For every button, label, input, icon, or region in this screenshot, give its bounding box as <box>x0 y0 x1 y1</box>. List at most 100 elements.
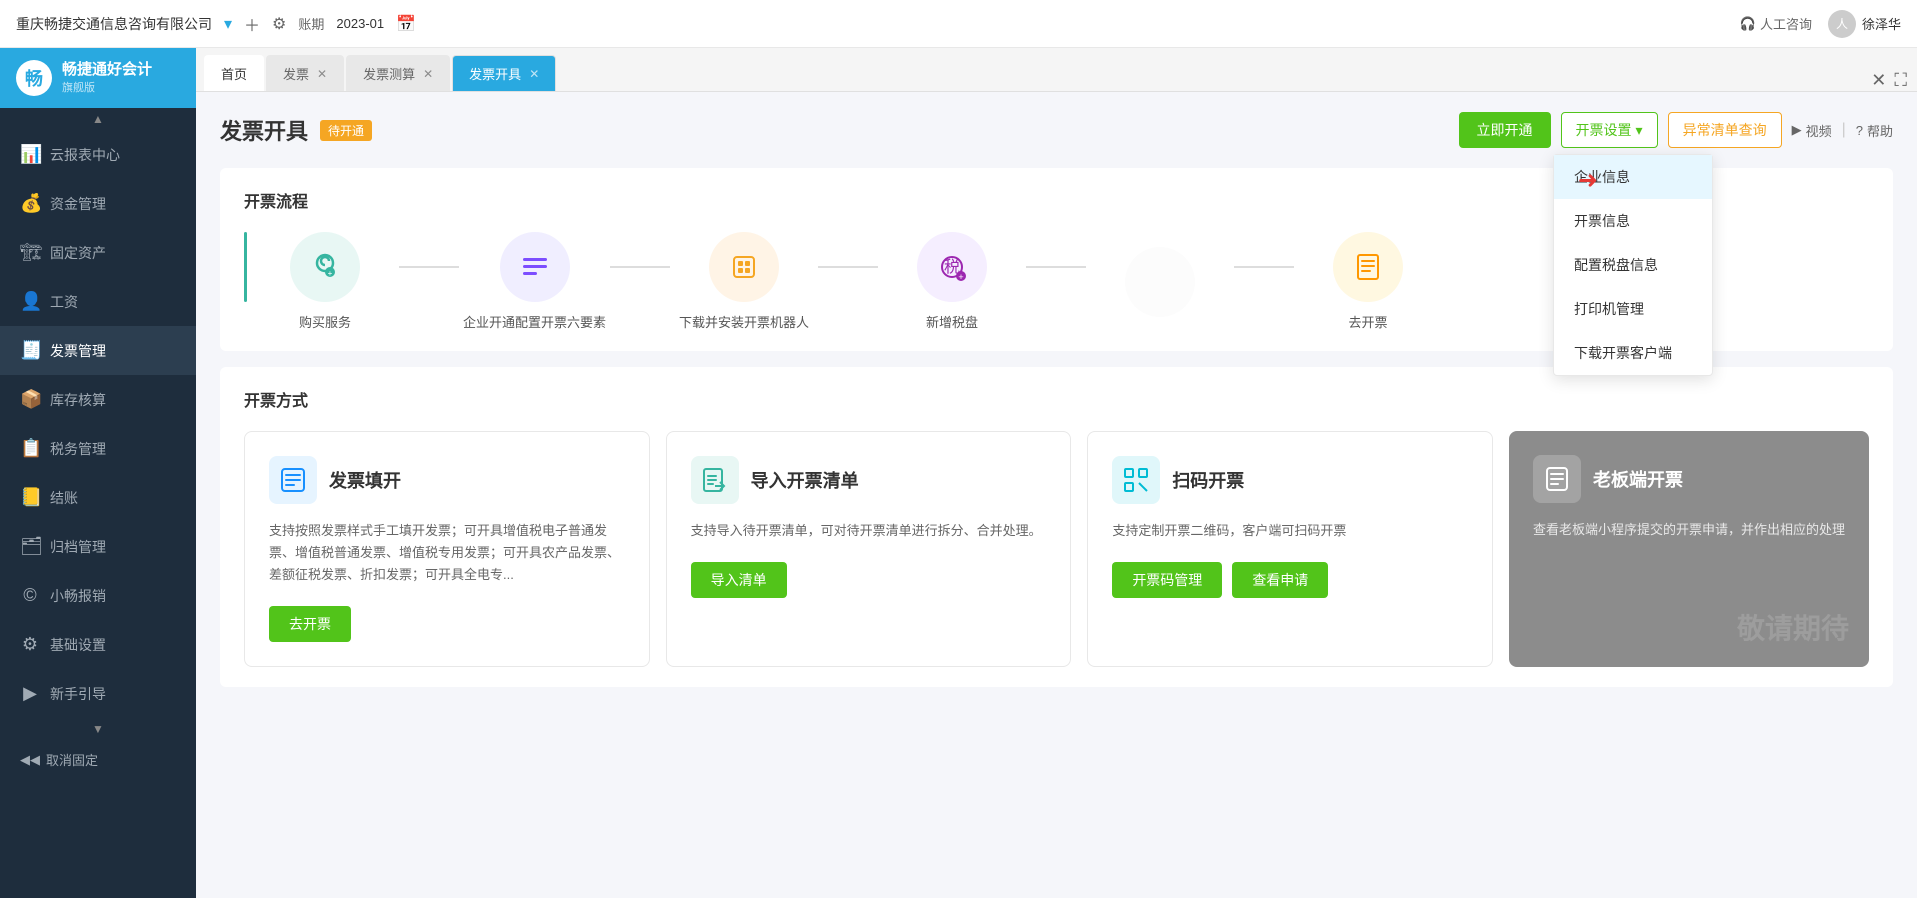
sidebar-item-fapiao[interactable]: 🧾 发票管理 <box>0 326 196 375</box>
sidebar-item-label: 归档管理 <box>50 537 106 557</box>
config-icon: ⚙ <box>20 634 40 655</box>
flow-step-label-0: 购买服务 <box>299 312 351 331</box>
money-icon: 💰 <box>20 193 40 214</box>
sidebar-item-label: 固定资产 <box>50 243 106 263</box>
dropdown-item-printer[interactable]: 打印机管理 <box>1554 287 1712 331</box>
cancel-pin-button[interactable]: ◀◀ 取消固定 <box>0 740 196 779</box>
sidebar: 畅 畅捷通好会计 旗舰版 ▲ 📊 云报表中心 💰 资金管理 🏗 固定资产 👤 工… <box>0 48 196 898</box>
flow-step-placeholder <box>1090 247 1230 317</box>
invoice-icon: 🧾 <box>20 340 40 361</box>
add-icon[interactable]: ＋ <box>244 12 260 36</box>
method-cards: 发票填开 支持按照发票样式手工填开发票；可开具增值税电子普通发票、增值税普通发票… <box>244 431 1869 667</box>
sidebar-item-label: 新手引导 <box>50 684 106 704</box>
top-bar: 重庆畅捷交通信息咨询有限公司 ▾ ＋ ⚙ 账期 2023-01 📅 🎧 人工咨询… <box>0 0 1917 48</box>
play-icon: ▶ <box>1792 122 1802 138</box>
tab-home[interactable]: 首页 <box>204 55 264 91</box>
user-menu[interactable]: 人 徐泽华 <box>1828 10 1901 38</box>
scan-view-apply-button[interactable]: 查看申请 <box>1232 562 1328 598</box>
tab-invoice[interactable]: 发票 ✕ <box>266 55 344 91</box>
sidebar-logo: 畅 畅捷通好会计 旗舰版 <box>0 48 196 108</box>
method-card-boss: 老板端开票 查看老板端小程序提交的开票申请，并作出相应的处理 敬请期待 <box>1509 431 1869 667</box>
method-import-desc: 支持导入待开票清单，可对待开票清单进行拆分、合并处理。 <box>691 520 1047 542</box>
tab-invoice-close[interactable]: ✕ <box>317 67 327 81</box>
company-name[interactable]: 重庆畅捷交通信息咨询有限公司 <box>16 14 212 34</box>
flow-step-0[interactable]: + 购买服务 <box>255 232 395 331</box>
method-boss-desc: 查看老板端小程序提交的开票申请，并作出相应的处理 <box>1533 519 1845 541</box>
svg-text:+: + <box>958 272 963 282</box>
step-icon-3: 税+ <box>917 232 987 302</box>
sidebar-item-label: 税务管理 <box>50 439 106 459</box>
fill-invoice-button[interactable]: 去开票 <box>269 606 351 642</box>
tab-invoice-issue[interactable]: 发票开具 ✕ <box>452 55 556 91</box>
step-icon-4 <box>1333 232 1403 302</box>
username: 徐泽华 <box>1862 14 1901 33</box>
scroll-down-indicator[interactable]: ▼ <box>0 718 196 740</box>
dropdown-arrow-icon[interactable]: ▾ <box>224 14 232 34</box>
sidebar-item-jiezhang[interactable]: 📒 结账 <box>0 473 196 522</box>
step-divider-1 <box>610 266 670 268</box>
flow-step-2[interactable]: 下载并安装开票机器人 <box>674 232 814 331</box>
method-import-title: 导入开票清单 <box>751 467 859 493</box>
sidebar-item-kucun[interactable]: 📦 库存核算 <box>0 375 196 424</box>
step-divider-2 <box>818 266 878 268</box>
method-scan-title: 扫码开票 <box>1172 467 1244 493</box>
activate-button[interactable]: 立即开通 <box>1459 112 1551 148</box>
logo-sub: 旗舰版 <box>62 79 152 95</box>
method-section-title: 开票方式 <box>244 387 1869 411</box>
boss-overlay-text: 敬请期待 <box>1737 607 1849 647</box>
settings-icon[interactable]: ⚙ <box>272 14 286 34</box>
sidebar-item-label: 云报表中心 <box>50 145 120 165</box>
tab-invoice-calc-close[interactable]: ✕ <box>423 67 433 81</box>
period-label: 账期 <box>298 14 324 33</box>
method-icon-scan <box>1112 456 1160 504</box>
sidebar-item-label: 发票管理 <box>50 341 106 361</box>
page-title-group: 发票开具 待开通 <box>220 114 372 146</box>
flow-step-label-1: 企业开通配置开票六要素 <box>463 312 606 331</box>
sidebar-item-label: 资金管理 <box>50 194 106 214</box>
tab-invoice-calc[interactable]: 发票测算 ✕ <box>346 55 450 91</box>
period-value: 2023-01 <box>336 16 384 31</box>
header-actions: 立即开通 开票设置 ▾ 异常清单查询 ▶ 视频 | ? 帮助 <box>1459 112 1893 148</box>
dropdown-item-taxdisk[interactable]: 配置税盘信息 <box>1554 243 1712 287</box>
method-icon-boss <box>1533 455 1581 503</box>
sidebar-item-label: 小畅报销 <box>50 586 106 606</box>
close-tab-action[interactable]: ✕ <box>1871 70 1886 91</box>
calendar-icon[interactable]: 📅 <box>396 14 416 34</box>
divider: | <box>1842 121 1846 139</box>
step-icon-1 <box>500 232 570 302</box>
sidebar-item-gudingzichan[interactable]: 🏗 固定资产 <box>0 228 196 277</box>
sidebar-item-guidang[interactable]: 🗂 归档管理 <box>0 522 196 571</box>
sidebar-item-gongzi[interactable]: 👤 工资 <box>0 277 196 326</box>
flow-step-3[interactable]: 税+ 新增税盘 <box>882 232 1022 331</box>
sidebar-item-zijin[interactable]: 💰 资金管理 <box>0 179 196 228</box>
question-icon: ? <box>1856 123 1863 138</box>
method-card-fill: 发票填开 支持按照发票样式手工填开发票；可开具增值税电子普通发票、增值税普通发票… <box>244 431 650 667</box>
import-list-button[interactable]: 导入清单 <box>691 562 787 598</box>
flow-step-1[interactable]: 企业开通配置开票六要素 <box>463 232 606 331</box>
sidebar-item-xinshouyindao[interactable]: ▶ 新手引导 <box>0 669 196 718</box>
support-button[interactable]: 🎧 人工咨询 <box>1740 14 1812 33</box>
sidebar-item-jichushezhi[interactable]: ⚙ 基础设置 <box>0 620 196 669</box>
sidebar-item-yunbao[interactable]: 📊 云报表中心 <box>0 130 196 179</box>
flow-step-label-2: 下载并安装开票机器人 <box>679 312 809 331</box>
method-icon-import <box>691 456 739 504</box>
method-section: 开票方式 发票填开 支持按照发票样式手工填开发票；可开具增值税电子普通发票、增值… <box>220 367 1893 687</box>
method-fill-desc: 支持按照发票样式手工填开发票；可开具增值税电子普通发票、增值税普通发票、增值税专… <box>269 520 625 586</box>
sidebar-item-label: 结账 <box>50 488 78 508</box>
anomaly-button[interactable]: 异常清单查询 <box>1668 112 1782 148</box>
tab-invoice-issue-close[interactable]: ✕ <box>529 67 539 81</box>
sidebar-item-xiaochang[interactable]: © 小畅报销 <box>0 571 196 620</box>
chevron-down-icon: ▾ <box>1636 122 1643 139</box>
method-card-scan: 扫码开票 支持定制开票二维码，客户端可扫码开票 开票码管理 查看申请 <box>1087 431 1493 667</box>
flow-step-4[interactable]: 去开票 <box>1298 232 1438 331</box>
scan-code-mgmt-button[interactable]: 开票码管理 <box>1112 562 1222 598</box>
dropdown-item-invoice-info[interactable]: 开票信息 <box>1554 199 1712 243</box>
help-button[interactable]: ? 帮助 <box>1856 121 1893 140</box>
settings-dropdown-button[interactable]: 开票设置 ▾ <box>1561 112 1658 148</box>
dropdown-item-download[interactable]: 下载开票客户端 <box>1554 331 1712 375</box>
video-button[interactable]: ▶ 视频 <box>1792 121 1832 140</box>
method-card-import: 导入开票清单 支持导入待开票清单，可对待开票清单进行拆分、合并处理。 导入清单 <box>666 431 1072 667</box>
maximize-tab-action[interactable]: ⛶ <box>1894 70 1907 91</box>
method-boss-title: 老板端开票 <box>1593 466 1683 492</box>
sidebar-item-shuiwu[interactable]: 📋 税务管理 <box>0 424 196 473</box>
